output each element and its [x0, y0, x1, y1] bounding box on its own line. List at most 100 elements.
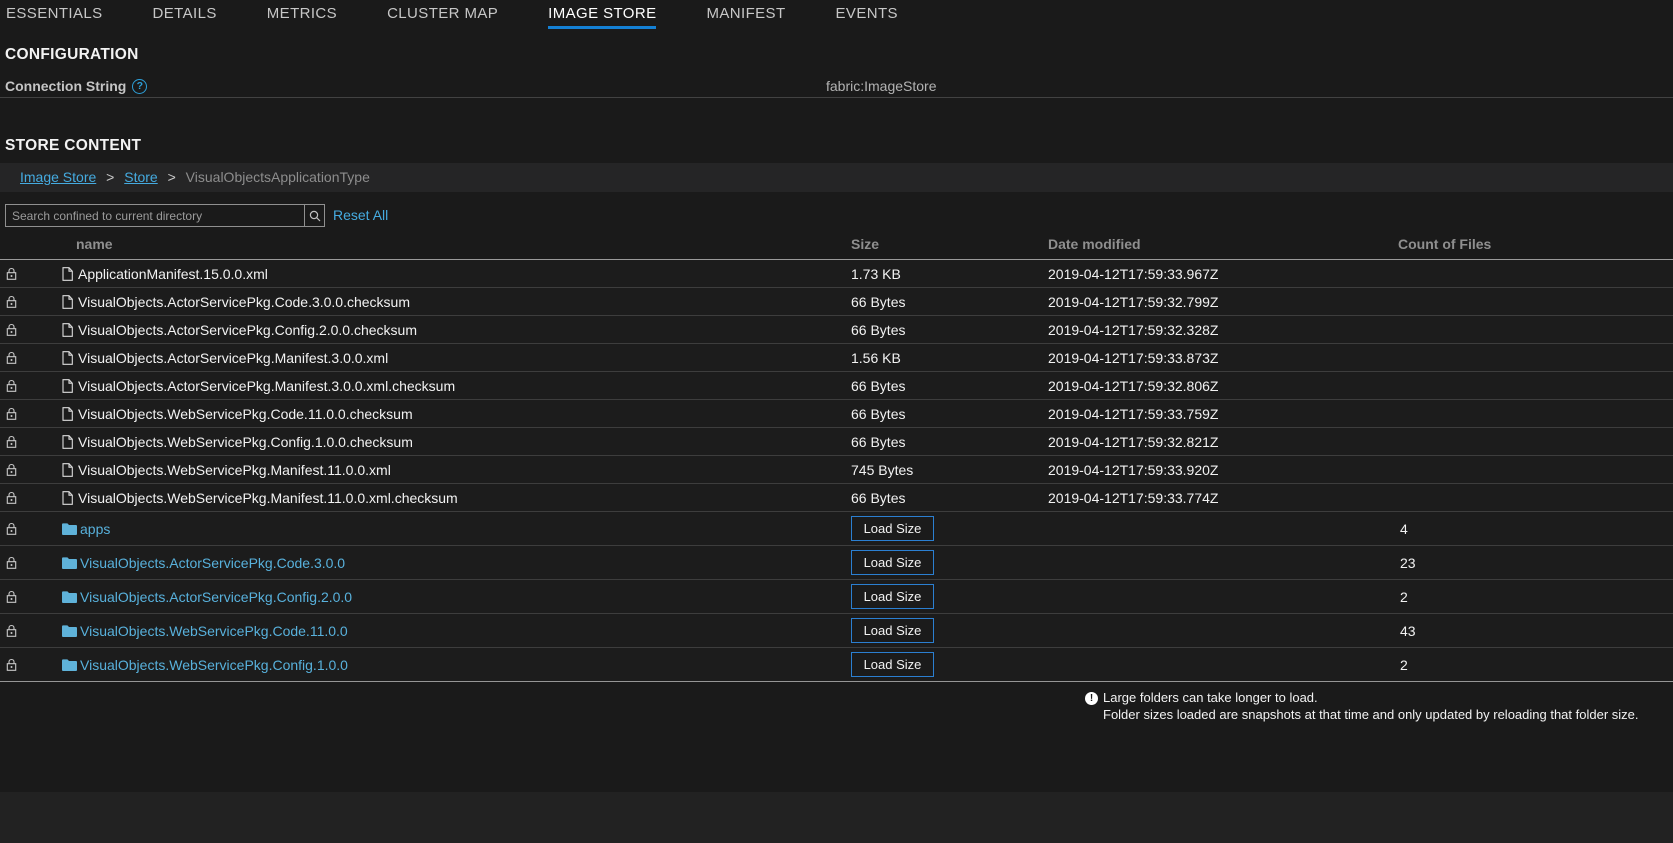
file-icon: [62, 490, 73, 505]
folder-link[interactable]: VisualObjects.WebServicePkg.Code.11.0.0: [80, 614, 348, 648]
folder-file-count: 4: [1400, 521, 1408, 537]
file-icon: [62, 294, 73, 309]
folder-row[interactable]: VisualObjects.ActorServicePkg.Code.3.0.0…: [0, 546, 1673, 580]
folder-row[interactable]: VisualObjects.ActorServicePkg.Config.2.0…: [0, 580, 1673, 614]
file-size: 66 Bytes: [851, 322, 906, 338]
file-date-modified: 2019-04-12T17:59:32.328Z: [1048, 322, 1219, 338]
file-size: 66 Bytes: [851, 406, 906, 422]
file-size: 66 Bytes: [851, 294, 906, 310]
folder-file-count: 43: [1400, 623, 1416, 639]
column-header-name[interactable]: name: [76, 236, 113, 252]
lock-icon: [6, 351, 17, 364]
tab-metrics[interactable]: METRICS: [267, 0, 337, 29]
store-content-heading: STORE CONTENT: [5, 137, 142, 154]
lock-icon: [6, 590, 17, 603]
file-date-modified: 2019-04-12T17:59:32.806Z: [1048, 378, 1219, 394]
file-date-modified: 2019-04-12T17:59:32.799Z: [1048, 294, 1219, 310]
breadcrumb-separator-icon: >: [167, 169, 176, 185]
load-size-button[interactable]: Load Size: [851, 516, 934, 541]
folder-link[interactable]: VisualObjects.ActorServicePkg.Config.2.0…: [80, 580, 352, 614]
folder-file-count: 23: [1400, 555, 1416, 571]
lock-icon: [6, 295, 17, 308]
tab-details[interactable]: DETAILS: [153, 0, 217, 29]
file-name: VisualObjects.ActorServicePkg.Code.3.0.0…: [78, 294, 411, 310]
folder-icon: [62, 556, 77, 569]
file-size: 745 Bytes: [851, 462, 914, 478]
folder-file-count: 2: [1400, 589, 1408, 605]
image-store-page: ESSENTIALS DETAILS METRICS CLUSTER MAP IMAGE…: [0, 0, 1673, 843]
folder-link[interactable]: VisualObjects.WebServicePkg.Config.1.0.0: [80, 648, 348, 682]
folder-link[interactable]: apps: [80, 512, 110, 546]
file-row[interactable]: VisualObjects.ActorServicePkg.Manifest.3…: [0, 372, 1673, 400]
file-row[interactable]: VisualObjects.ActorServicePkg.Code.3.0.0…: [0, 288, 1673, 316]
lock-icon: [6, 323, 17, 336]
file-row[interactable]: VisualObjects.WebServicePkg.Manifest.11.…: [0, 484, 1673, 512]
breadcrumb-link-image-store[interactable]: Image Store: [20, 169, 96, 185]
note-line-1: Large folders can take longer to load.: [1103, 690, 1318, 705]
file-row[interactable]: ApplicationManifest.15.0.0.xml 1.73 KB 2…: [0, 260, 1673, 288]
tab-essentials[interactable]: ESSENTIALS: [6, 0, 103, 29]
load-size-button[interactable]: Load Size: [851, 618, 934, 643]
divider: [0, 97, 1673, 98]
file-date-modified: 2019-04-12T17:59:33.759Z: [1048, 406, 1219, 422]
store-content-table: ApplicationManifest.15.0.0.xml 1.73 KB 2…: [0, 260, 1673, 682]
tab-events[interactable]: EVENTS: [836, 0, 898, 29]
column-header-size[interactable]: Size: [851, 236, 879, 252]
column-header-date-modified[interactable]: Date modified: [1048, 236, 1141, 252]
tab-bar: ESSENTIALS DETAILS METRICS CLUSTER MAP IMAGE…: [0, 0, 1673, 31]
lock-icon: [6, 435, 17, 448]
connection-string-label: Connection String: [5, 78, 127, 94]
file-size: 66 Bytes: [851, 490, 906, 506]
file-name: VisualObjects.ActorServicePkg.Manifest.3…: [78, 378, 456, 394]
folder-row[interactable]: apps Load Size 4: [0, 512, 1673, 546]
folder-row[interactable]: VisualObjects.WebServicePkg.Code.11.0.0 …: [0, 614, 1673, 648]
column-header-count-of-files[interactable]: Count of Files: [1398, 236, 1491, 252]
file-row[interactable]: VisualObjects.ActorServicePkg.Manifest.3…: [0, 344, 1673, 372]
breadcrumb-link-store[interactable]: Store: [124, 169, 157, 185]
search-box: [5, 204, 325, 227]
file-date-modified: 2019-04-12T17:59:33.873Z: [1048, 350, 1219, 366]
file-icon: [62, 350, 73, 365]
file-name: VisualObjects.WebServicePkg.Code.11.0.0.…: [78, 406, 413, 422]
search-icon[interactable]: [304, 205, 324, 226]
file-row[interactable]: VisualObjects.WebServicePkg.Code.11.0.0.…: [0, 400, 1673, 428]
tab-image-store[interactable]: IMAGE STORE: [548, 0, 657, 29]
folder-file-count: 2: [1400, 657, 1408, 673]
lock-icon: [6, 407, 17, 420]
connection-string-value: fabric:ImageStore: [826, 78, 937, 94]
configuration-heading: CONFIGURATION: [5, 46, 139, 63]
help-icon[interactable]: ?: [132, 78, 148, 94]
tab-cluster-map[interactable]: CLUSTER MAP: [387, 0, 498, 29]
file-name: VisualObjects.WebServicePkg.Manifest.11.…: [78, 462, 391, 478]
load-size-button[interactable]: Load Size: [851, 652, 934, 677]
file-date-modified: 2019-04-12T17:59:33.920Z: [1048, 462, 1219, 478]
folder-row[interactable]: VisualObjects.WebServicePkg.Config.1.0.0…: [0, 648, 1673, 682]
file-icon: [62, 434, 73, 449]
reset-all-link[interactable]: Reset All: [333, 204, 388, 227]
tab-manifest[interactable]: MANIFEST: [706, 0, 785, 29]
folder-icon: [62, 522, 77, 535]
lock-icon: [6, 658, 17, 671]
note-line-2: Folder sizes loaded are snapshots at tha…: [1103, 707, 1639, 722]
folder-link[interactable]: VisualObjects.ActorServicePkg.Code.3.0.0: [80, 546, 345, 580]
folder-icon: [62, 658, 77, 671]
lock-icon: [6, 463, 17, 476]
file-name: VisualObjects.WebServicePkg.Manifest.11.…: [78, 490, 458, 506]
breadcrumb-current: VisualObjectsApplicationType: [185, 169, 370, 185]
lock-icon: [6, 379, 17, 392]
folder-size-note: ! Large folders can take longer to load.…: [1085, 689, 1639, 723]
file-name: VisualObjects.WebServicePkg.Config.1.0.0…: [78, 434, 413, 450]
file-row[interactable]: VisualObjects.WebServicePkg.Manifest.11.…: [0, 456, 1673, 484]
load-size-button[interactable]: Load Size: [851, 584, 934, 609]
file-row[interactable]: VisualObjects.ActorServicePkg.Config.2.0…: [0, 316, 1673, 344]
file-row[interactable]: VisualObjects.WebServicePkg.Config.1.0.0…: [0, 428, 1673, 456]
lock-icon: [6, 522, 17, 535]
info-icon: !: [1085, 692, 1098, 705]
file-size: 1.73 KB: [851, 266, 901, 282]
load-size-button[interactable]: Load Size: [851, 550, 934, 575]
lock-icon: [6, 267, 17, 280]
search-input[interactable]: [6, 205, 304, 226]
breadcrumb: Image Store > Store > VisualObjectsAppli…: [0, 163, 1673, 192]
file-icon: [62, 322, 73, 337]
folder-icon: [62, 624, 77, 637]
